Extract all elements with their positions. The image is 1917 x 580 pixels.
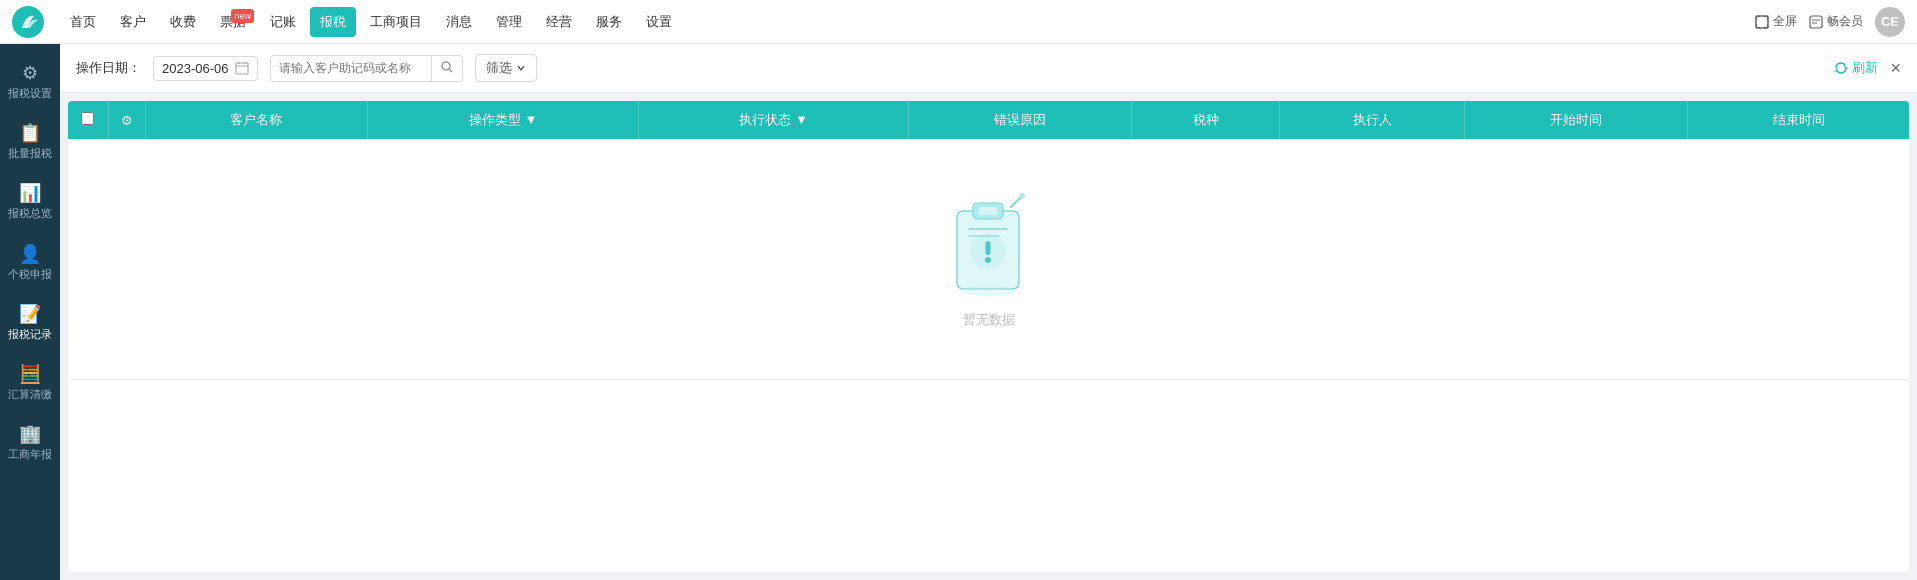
nav-item-home[interactable]: 首页 [60, 7, 106, 37]
sidebar-item-tax-settings[interactable]: ⚙ 报税设置 [0, 52, 60, 110]
nav-item-manage[interactable]: 管理 [486, 7, 532, 37]
personal-tax-label: 个税申报 [8, 268, 52, 281]
records-table: ⚙客户名称操作类型 ▼执行状态 ▼错误原因税种执行人开始时间结束时间 [68, 101, 1909, 380]
new-badge: new [231, 9, 254, 23]
svg-point-4 [442, 62, 450, 70]
select-all-checkbox[interactable] [81, 112, 94, 125]
tax-settings-icon: ⚙ [19, 62, 41, 84]
sidebar: ⚙ 报税设置 📋 批量报税 📊 报税总览 👤 个税申报 📝 报税记录 🧮 汇算清… [0, 44, 60, 580]
svg-point-13 [960, 286, 1016, 296]
fullscreen-label: 全屏 [1773, 13, 1797, 30]
user-avatar[interactable]: CE [1875, 7, 1905, 37]
svg-rect-7 [979, 207, 997, 215]
app-logo[interactable] [12, 6, 44, 38]
search-input[interactable] [271, 57, 431, 79]
batch-tax-label: 批量报税 [8, 147, 52, 160]
svg-point-12 [1019, 193, 1025, 199]
empty-state: 暂无数据 [80, 149, 1897, 369]
calendar-icon [235, 61, 249, 75]
nav-menu: 首页客户收费票据new记账报税工商项目消息管理经营服务设置 [60, 7, 1755, 37]
col-header-setting: ⚙ [108, 101, 145, 139]
col-header-client_name: 客户名称 [145, 101, 368, 139]
empty-icon [939, 189, 1039, 299]
svg-rect-2 [1810, 16, 1822, 28]
nav-right: 全屏 畅会员 CE [1755, 7, 1905, 37]
annual-report-label: 工商年报 [8, 448, 52, 461]
main-content: 操作日期： 2023-06-06 筛选 [60, 44, 1917, 580]
nav-item-client[interactable]: 客户 [110, 7, 156, 37]
sidebar-item-settlement[interactable]: 🧮 汇算清缴 [0, 353, 60, 411]
fullscreen-btn[interactable]: 全屏 [1755, 13, 1797, 30]
tax-settings-label: 报税设置 [8, 87, 52, 100]
col-header-executor: 执行人 [1279, 101, 1464, 139]
filter-label: 筛选 [486, 59, 512, 77]
svg-rect-1 [1756, 16, 1768, 28]
main-layout: ⚙ 报税设置 📋 批量报税 📊 报税总览 👤 个税申报 📝 报税记录 🧮 汇算清… [0, 44, 1917, 580]
sidebar-item-personal-tax[interactable]: 👤 个税申报 [0, 233, 60, 291]
sidebar-item-tax-summary[interactable]: 📊 报税总览 [0, 172, 60, 230]
col-header-tax_type: 税种 [1132, 101, 1280, 139]
settlement-label: 汇算清缴 [8, 388, 52, 401]
svg-point-10 [985, 257, 991, 263]
sidebar-item-batch-tax[interactable]: 📋 批量报税 [0, 112, 60, 170]
col-header-end_time: 结束时间 [1688, 101, 1909, 139]
refresh-label: 刷新 [1852, 59, 1878, 77]
empty-text: 暂无数据 [963, 311, 1015, 329]
nav-item-settings[interactable]: 设置 [636, 7, 682, 37]
close-button[interactable]: × [1890, 59, 1901, 77]
col-header-op_type[interactable]: 操作类型 ▼ [368, 101, 639, 139]
member-label: 畅会员 [1827, 13, 1863, 30]
col-header-start_time: 开始时间 [1465, 101, 1688, 139]
nav-item-tax[interactable]: 报税 [310, 7, 356, 37]
nav-item-service[interactable]: 服务 [586, 7, 632, 37]
search-box [270, 55, 463, 82]
filter-button[interactable]: 筛选 [475, 54, 537, 82]
svg-line-11 [1011, 197, 1021, 207]
top-nav: 首页客户收费票据new记账报税工商项目消息管理经营服务设置 全屏 畅会员 CE [0, 0, 1917, 44]
toolbar-right: 刷新 × [1834, 59, 1901, 77]
annual-report-icon: 🏢 [19, 423, 41, 445]
nav-item-accounts[interactable]: 记账 [260, 7, 306, 37]
member-btn[interactable]: 畅会员 [1809, 13, 1863, 30]
nav-item-invoice[interactable]: 票据new [210, 7, 256, 37]
table-header: ⚙客户名称操作类型 ▼执行状态 ▼错误原因税种执行人开始时间结束时间 [68, 101, 1909, 139]
date-picker[interactable]: 2023-06-06 [153, 56, 258, 81]
search-icon [440, 60, 454, 74]
nav-item-industrial[interactable]: 工商项目 [360, 7, 432, 37]
chevron-down-icon [516, 63, 526, 73]
sidebar-item-annual-report[interactable]: 🏢 工商年报 [0, 413, 60, 471]
tax-record-icon: 📝 [19, 303, 41, 325]
date-value: 2023-06-06 [162, 61, 229, 76]
svg-rect-9 [985, 241, 990, 255]
refresh-button[interactable]: 刷新 [1834, 59, 1878, 77]
col-header-exec_status[interactable]: 执行状态 ▼ [638, 101, 909, 139]
date-label: 操作日期： [76, 59, 141, 77]
settlement-icon: 🧮 [19, 363, 41, 385]
personal-tax-icon: 👤 [19, 243, 41, 265]
refresh-icon [1834, 61, 1848, 75]
table-container: ⚙客户名称操作类型 ▼执行状态 ▼错误原因税种执行人开始时间结束时间 [68, 101, 1909, 572]
col-header-check [68, 101, 108, 139]
batch-tax-icon: 📋 [19, 122, 41, 144]
tax-summary-label: 报税总览 [8, 207, 52, 220]
sidebar-item-tax-record[interactable]: 📝 报税记录 [0, 293, 60, 351]
search-button[interactable] [431, 56, 462, 81]
toolbar: 操作日期： 2023-06-06 筛选 [60, 44, 1917, 93]
col-header-error_reason: 错误原因 [909, 101, 1132, 139]
svg-rect-3 [236, 63, 248, 74]
tax-summary-icon: 📊 [19, 182, 41, 204]
nav-item-message[interactable]: 消息 [436, 7, 482, 37]
nav-item-finance[interactable]: 经营 [536, 7, 582, 37]
tax-record-label: 报税记录 [8, 328, 52, 341]
nav-item-fee[interactable]: 收费 [160, 7, 206, 37]
